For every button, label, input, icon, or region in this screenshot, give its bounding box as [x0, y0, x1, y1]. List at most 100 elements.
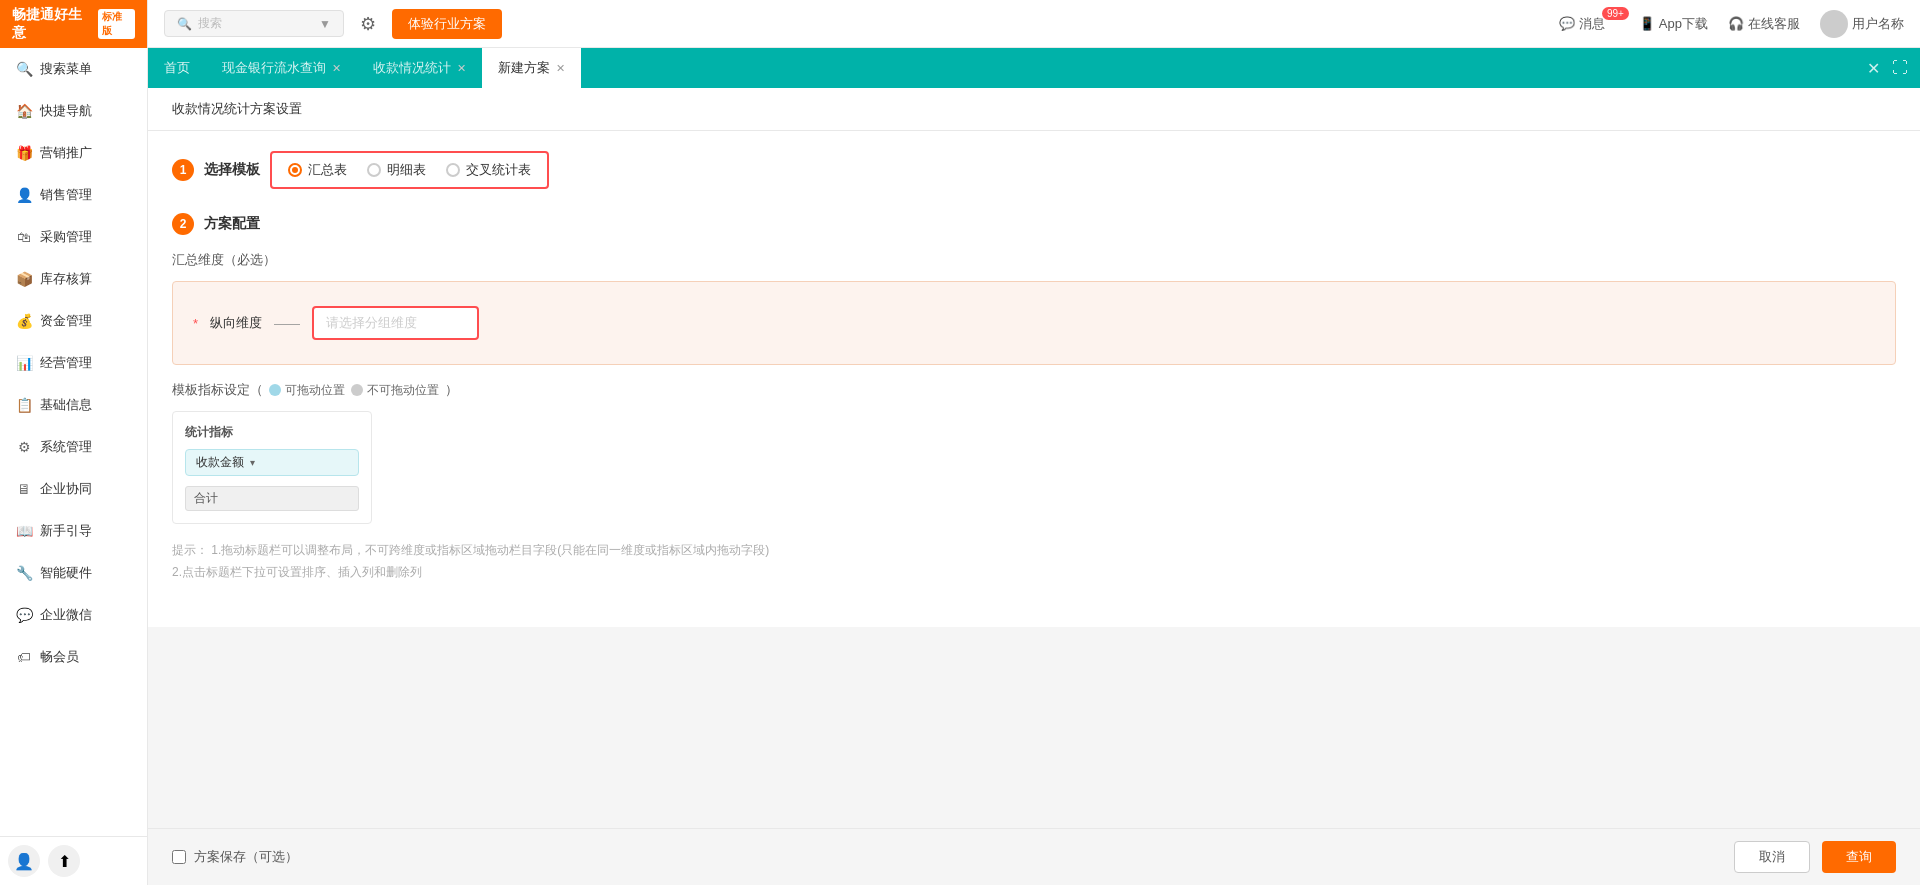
step1-badge: 1 — [172, 159, 194, 181]
box-icon: 📦 — [16, 271, 32, 287]
sidebar-item-marketing[interactable]: 🎁 营销推广 — [0, 132, 147, 174]
sidebar-item-quick-nav[interactable]: 🏠 快捷导航 — [0, 90, 147, 132]
search-placeholder-text: 搜索 — [198, 15, 222, 32]
sidebar-item-wechat[interactable]: 💬 企业微信 — [0, 594, 147, 636]
query-button[interactable]: 查询 — [1822, 841, 1896, 873]
sidebar-item-sales[interactable]: 👤 销售管理 — [0, 174, 147, 216]
sidebar: 畅捷通好生意 标准版 🔍 搜索菜单 🏠 快捷导航 🎁 营销推广 👤 销售管理 🛍… — [0, 0, 148, 885]
main-area: 🔍 搜索 ▼ ⚙ 体验行业方案 💬 消息 99+ 📱 App下载 🎧 在线客服 … — [148, 0, 1920, 885]
cancel-button[interactable]: 取消 — [1734, 841, 1810, 873]
user-name-label: 用户名称 — [1852, 15, 1904, 33]
tab-cash-bank[interactable]: 现金银行流水查询 ✕ — [206, 48, 357, 88]
sidebar-bottom-icon-1[interactable]: 👤 — [8, 845, 40, 877]
sidebar-item-hardware[interactable]: 🔧 智能硬件 — [0, 552, 147, 594]
footer: 方案保存（可选） 取消 查询 — [148, 828, 1920, 885]
header-search[interactable]: 🔍 搜索 ▼ — [164, 10, 344, 37]
sidebar-item-capital[interactable]: 💰 资金管理 — [0, 300, 147, 342]
monitor-icon: 🖥 — [16, 481, 32, 497]
step1-title: 选择模板 — [204, 161, 260, 179]
chart-icon: 📊 — [16, 355, 32, 371]
user-avatar-item[interactable]: 用户名称 — [1820, 10, 1904, 38]
sidebar-bottom-icon-2[interactable]: ⬆ — [48, 845, 80, 877]
tab-home[interactable]: 首页 — [148, 48, 206, 88]
logo-badge: 标准版 — [98, 9, 135, 39]
sidebar-item-member[interactable]: 🏷 畅会员 — [0, 636, 147, 678]
dimension-select[interactable]: 请选择分组维度 — [312, 306, 479, 340]
indicator-tag-amount[interactable]: 收款金额 ▾ — [185, 449, 359, 476]
fullscreen-icon[interactable]: ⛶ — [1888, 55, 1912, 81]
headset-icon: 🎧 — [1728, 16, 1744, 31]
sidebar-item-inventory[interactable]: 📦 库存核算 — [0, 258, 147, 300]
notification-badge: 99+ — [1602, 7, 1629, 20]
draggable-label: 可拖动位置 — [285, 382, 345, 399]
step1-section: 1 选择模板 汇总表 明细表 交叉统计表 — [172, 151, 1896, 189]
header-right: 💬 消息 99+ 📱 App下载 🎧 在线客服 用户名称 — [1559, 10, 1904, 38]
close-tab-2-icon[interactable]: ✕ — [457, 62, 466, 75]
sidebar-item-label: 新手引导 — [40, 522, 92, 540]
sidebar-item-label: 快捷导航 — [40, 102, 92, 120]
indicators-config-section: 模板指标设定（ 可拖动位置 不可拖动位置 ） 统计指标 — [172, 381, 1896, 524]
user-icon: 👤 — [16, 187, 32, 203]
radio-cross[interactable]: 交叉统计表 — [446, 161, 531, 179]
sidebar-item-search-menu[interactable]: 🔍 搜索菜单 — [0, 48, 147, 90]
tab-new-plan[interactable]: 新建方案 ✕ — [482, 48, 581, 88]
sidebar-item-label: 搜索菜单 — [40, 60, 92, 78]
radio-summary-label: 汇总表 — [308, 161, 347, 179]
indicator-tag-label: 收款金额 — [196, 454, 244, 471]
page-section-title: 收款情况统计方案设置 — [148, 88, 1920, 131]
sidebar-logo: 畅捷通好生意 标准版 — [0, 0, 147, 48]
sidebar-item-label: 企业微信 — [40, 606, 92, 624]
sidebar-item-purchase[interactable]: 🛍 采购管理 — [0, 216, 147, 258]
radio-detail[interactable]: 明细表 — [367, 161, 426, 179]
sidebar-bottom: 👤 ⬆ — [0, 836, 147, 885]
app-download-item[interactable]: 📱 App下载 — [1639, 15, 1708, 33]
non-draggable-dot — [351, 384, 363, 396]
close-tab-3-icon[interactable]: ✕ — [556, 62, 565, 75]
draggable-position-badge: 可拖动位置 — [269, 382, 345, 399]
sidebar-item-enterprise[interactable]: 🖥 企业协同 — [0, 468, 147, 510]
sidebar-item-label: 经营管理 — [40, 354, 92, 372]
indicators-close-bracket: ） — [445, 381, 458, 399]
draggable-dot — [269, 384, 281, 396]
page-title-text: 收款情况统计方案设置 — [172, 101, 302, 116]
sidebar-item-guide[interactable]: 📖 新手引导 — [0, 510, 147, 552]
settings-gear-icon[interactable]: ⚙ — [360, 13, 376, 35]
message-icon: 💬 — [1559, 16, 1575, 31]
sidebar-item-label: 营销推广 — [40, 144, 92, 162]
template-select-box: 汇总表 明细表 交叉统计表 — [270, 151, 549, 189]
sidebar-item-label: 畅会员 — [40, 648, 79, 666]
dimension-area: * 纵向维度 —— 请选择分组维度 — [172, 281, 1896, 365]
indicators-header-row: 模板指标设定（ 可拖动位置 不可拖动位置 ） — [172, 381, 1896, 399]
online-service-item[interactable]: 🎧 在线客服 — [1728, 15, 1800, 33]
tab-payment-stat[interactable]: 收款情况统计 ✕ — [357, 48, 482, 88]
dimension-row: * 纵向维度 —— 请选择分组维度 — [193, 306, 1875, 340]
sidebar-item-system[interactable]: ⚙ 系统管理 — [0, 426, 147, 468]
app-icon: 📱 — [1639, 16, 1655, 31]
chevron-down-icon: ▼ — [319, 17, 331, 31]
gift-icon: 🎁 — [16, 145, 32, 161]
sidebar-item-operation[interactable]: 📊 经营管理 — [0, 342, 147, 384]
industry-btn[interactable]: 体验行业方案 — [392, 9, 502, 39]
sidebar-item-basic-info[interactable]: 📋 基础信息 — [0, 384, 147, 426]
indicator-subtag-label: 合计 — [194, 491, 218, 505]
close-window-icon[interactable]: ✕ — [1863, 55, 1884, 82]
radio-dot-summary — [288, 163, 302, 177]
dimension-subtitle: 汇总维度（必选） — [172, 251, 1896, 269]
vertical-dimension-label: 纵向维度 — [210, 314, 262, 332]
notification-item[interactable]: 💬 消息 99+ — [1559, 15, 1619, 33]
cash-bank-tab-label: 现金银行流水查询 — [222, 59, 326, 77]
indicator-subtag-total: 合计 — [185, 486, 359, 511]
sidebar-item-label: 企业协同 — [40, 480, 92, 498]
sidebar-item-label: 销售管理 — [40, 186, 92, 204]
close-tab-1-icon[interactable]: ✕ — [332, 62, 341, 75]
save-plan-checkbox[interactable] — [172, 850, 186, 864]
radio-summary[interactable]: 汇总表 — [288, 161, 347, 179]
top-header: 🔍 搜索 ▼ ⚙ 体验行业方案 💬 消息 99+ 📱 App下载 🎧 在线客服 … — [148, 0, 1920, 48]
step2-badge: 2 — [172, 213, 194, 235]
step2-section: 2 方案配置 汇总维度（必选） * 纵向维度 —— 请选择分组维度 — [172, 213, 1896, 583]
radio-dot-cross — [446, 163, 460, 177]
avatar — [1820, 10, 1848, 38]
indicators-config-label: 模板指标设定（ — [172, 381, 263, 399]
indicator-dropdown-icon: ▾ — [250, 457, 255, 468]
radio-dot-detail — [367, 163, 381, 177]
